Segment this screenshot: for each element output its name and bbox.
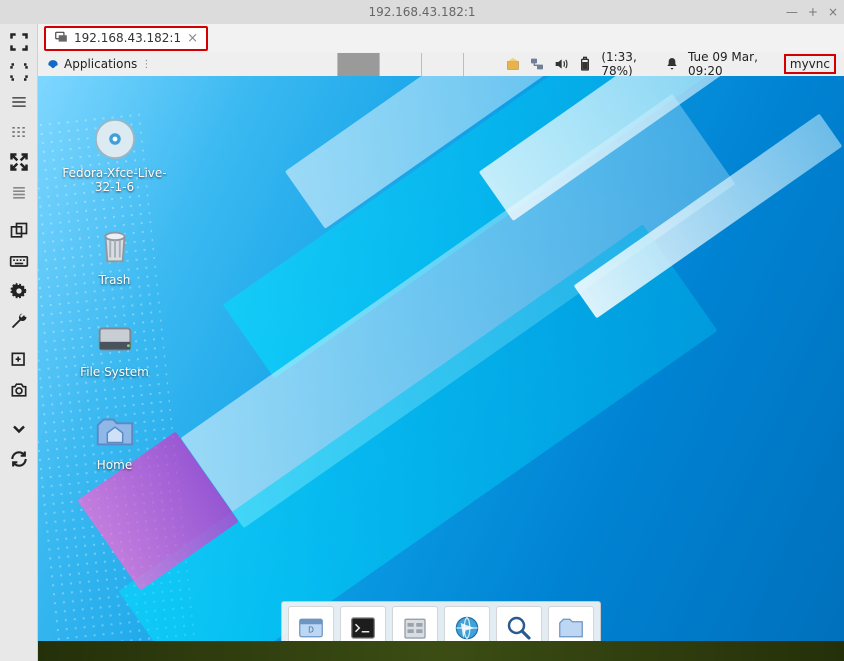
chevron-down-icon[interactable] [4, 415, 34, 443]
lines-dashed-icon[interactable] [4, 118, 34, 146]
user-home-icon [92, 408, 138, 454]
desktop-wallpaper[interactable]: Fedora-Xfce-Live-32-1-6 Trash [38, 76, 844, 661]
desktop-icons: Fedora-Xfce-Live-32-1-6 Trash [62, 116, 192, 500]
window-minimize-button[interactable]: — [786, 5, 798, 19]
viewport-letterbox [38, 641, 844, 661]
applications-menu-button[interactable]: Applications ⋮ [40, 56, 157, 73]
drive-harddisk-icon [92, 315, 138, 361]
xfce-top-panel: Applications ⋮ [38, 52, 844, 76]
connection-tab-label: 192.168.43.182:1 [74, 31, 181, 45]
duplicate-icon[interactable] [4, 346, 34, 374]
desktop-icon-label: File System [80, 365, 149, 379]
workspace-4[interactable] [463, 53, 505, 76]
clock-text[interactable]: Tue 09 Mar, 09:20 [688, 52, 772, 78]
vnc-session-icon [54, 30, 68, 47]
window-title: 192.168.43.182:1 [368, 5, 475, 19]
corners-dashed-icon[interactable] [4, 58, 34, 86]
camera-icon[interactable] [4, 376, 34, 404]
workspace-switcher[interactable] [337, 53, 505, 76]
username-button[interactable]: myvnc [784, 54, 836, 74]
battery-text[interactable]: (1:33, 78%) [601, 52, 656, 78]
refresh-icon[interactable] [4, 445, 34, 473]
workspace-2[interactable] [379, 53, 421, 76]
grid-small-icon[interactable] [4, 178, 34, 206]
notifications-icon[interactable] [664, 56, 680, 72]
package-updates-icon[interactable] [505, 56, 521, 72]
window-controls: — + × [786, 5, 838, 19]
applications-label: Applications [64, 57, 137, 71]
svg-text:D: D [308, 625, 314, 634]
desktop-icon-home[interactable]: Home [62, 408, 167, 472]
menu-indicator-icon: ⋮ [141, 59, 151, 70]
system-tray: (1:33, 78%) Tue 09 Mar, 09:20 myvnc [505, 52, 842, 78]
lines-icon[interactable] [4, 88, 34, 116]
window-maximize-button[interactable]: + [808, 5, 818, 19]
desktop-icon-trash[interactable]: Trash [62, 223, 167, 287]
corners-icon[interactable] [4, 28, 34, 56]
desktop-icon-filesystem[interactable]: File System [62, 315, 167, 379]
connection-tab[interactable]: 192.168.43.182:1 × [44, 26, 208, 51]
gear-icon[interactable] [4, 277, 34, 305]
close-tab-icon[interactable]: × [187, 31, 198, 46]
remote-desktop[interactable]: Applications ⋮ [38, 52, 844, 661]
vnc-toolbar [0, 24, 38, 661]
network-icon[interactable] [529, 56, 545, 72]
desktop-icon-label: Home [97, 458, 132, 472]
window-titlebar: 192.168.43.182:1 — + × [0, 0, 844, 24]
workspace-3[interactable] [421, 53, 463, 76]
desktop-icon-label: Trash [99, 273, 131, 287]
wrench-icon[interactable] [4, 307, 34, 335]
trash-icon [92, 223, 138, 269]
remote-viewport: Applications ⋮ [38, 52, 844, 661]
volume-icon[interactable] [553, 56, 569, 72]
battery-icon[interactable] [577, 56, 593, 72]
expand-icon[interactable] [4, 148, 34, 176]
desktop-icon-label: Fedora-Xfce-Live-32-1-6 [62, 166, 167, 195]
workspace-1[interactable] [337, 53, 379, 76]
optical-disc-icon [92, 116, 138, 162]
keyboard-icon[interactable] [4, 247, 34, 275]
xfce-mouse-icon [46, 56, 60, 73]
window-close-button[interactable]: × [828, 5, 838, 19]
double-window-icon[interactable] [4, 217, 34, 245]
desktop-icon-cd[interactable]: Fedora-Xfce-Live-32-1-6 [62, 116, 167, 195]
connection-tab-bar: 192.168.43.182:1 × [38, 24, 844, 52]
